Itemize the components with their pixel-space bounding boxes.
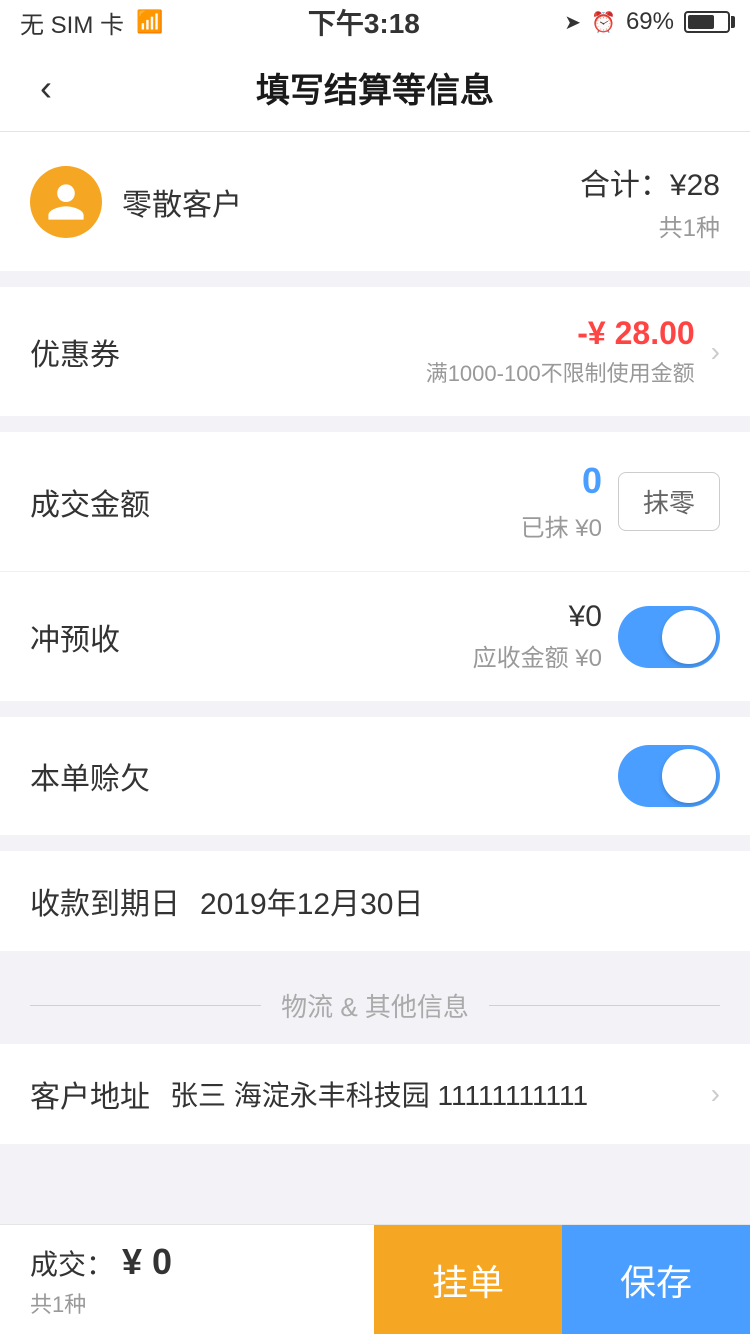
transaction-right: 0 已抹 ¥0 抹零 [521,460,720,543]
discount-desc: 满1000-100不限制使用金额 [426,356,695,388]
transaction-value-group: 0 已抹 ¥0 [521,460,602,543]
nav-bar: ‹ 填写结算等信息 [0,44,750,132]
customer-row: 零散客户 合计：¥28 共1种 [0,132,750,271]
summary-label: 成交： [30,1243,114,1283]
carrier-label: 无 SIM 卡 [20,5,124,40]
customer-left: 零散客户 [30,166,242,238]
transaction-row: 成交金额 0 已抹 ¥0 抹零 [0,432,750,571]
address-label: 客户地址 [30,1072,150,1116]
coupon-value: -¥ 28.00 满1000-100不限制使用金额 [426,315,695,388]
status-time: 下午3:18 [308,2,420,42]
logistics-line-left [30,1005,261,1006]
already-rounded: 已抹 ¥0 [521,508,602,543]
address-chevron-icon: › [711,1078,720,1110]
credit-toggle[interactable] [618,745,720,807]
credit-row: 本单赊欠 [0,717,750,835]
toggle-knob [662,610,716,664]
prepay-main-amount: ¥0 [473,600,602,634]
battery-label: 69% [626,8,674,36]
alarm-icon: ⏰ [591,10,616,35]
summary-amount: ¥ 0 [122,1241,172,1283]
coupon-label: 优惠券 [30,330,120,374]
credit-label: 本单赊欠 [30,754,150,798]
due-date-label: 收款到期日 [30,879,180,923]
transaction-label: 成交金额 [30,480,150,524]
coupon-card: 优惠券 -¥ 28.00 满1000-100不限制使用金额 › [0,287,750,416]
bottom-summary: 成交： ¥ 0 共1种 [0,1241,374,1319]
address-value: 张三 海淀永丰科技园 11111111111 [170,1074,711,1114]
customer-summary: 合计：¥28 共1种 [580,160,720,243]
wifi-icon: 📶 [136,9,163,35]
page-title: 填写结算等信息 [256,63,494,112]
discount-amount: -¥ 28.00 [426,315,695,352]
status-left: 无 SIM 卡 📶 [20,5,163,40]
hold-button[interactable]: 挂单 [374,1225,562,1334]
summary-count: 共1种 [30,1287,344,1319]
save-button[interactable]: 保存 [562,1225,750,1334]
total-amount: 合计：¥28 [580,160,720,204]
due-date-value: 2019年12月30日 [200,879,423,923]
total-count: 共1种 [580,208,720,243]
logistics-text: 物流 & 其他信息 [261,987,489,1024]
logistics-line-right [489,1005,720,1006]
logistics-divider: 物流 & 其他信息 [0,967,750,1044]
transaction-section: 成交金额 0 已抹 ¥0 抹零 冲预收 ¥0 应收金额 ¥0 [0,432,750,701]
location-icon: ➤ [564,10,581,35]
address-row[interactable]: 客户地址 张三 海淀永丰科技园 11111111111 › [0,1044,750,1144]
bottom-bar: 成交： ¥ 0 共1种 挂单 保存 [0,1224,750,1334]
coupon-row[interactable]: 优惠券 -¥ 28.00 满1000-100不限制使用金额 › [0,287,750,416]
customer-name: 零散客户 [122,180,242,224]
prepay-label: 冲预收 [30,615,120,659]
round-button[interactable]: 抹零 [618,472,720,531]
prepay-amounts: ¥0 应收金额 ¥0 [473,600,602,673]
coupon-right: -¥ 28.00 满1000-100不限制使用金额 › [426,315,720,388]
status-bar: 无 SIM 卡 📶 下午3:18 ➤ ⏰ 69% [0,0,750,44]
user-icon [44,180,88,224]
prepay-toggle[interactable] [618,606,720,668]
transaction-value: 0 [521,460,602,502]
prepay-sub-amount: 应收金额 ¥0 [473,638,602,673]
avatar [30,166,102,238]
credit-toggle-knob [662,749,716,803]
due-date-row: 收款到期日 2019年12月30日 [0,851,750,951]
prepay-right: ¥0 应收金额 ¥0 [473,600,720,673]
chevron-right-icon: › [711,336,720,368]
back-button[interactable]: ‹ [30,57,62,119]
content: 零散客户 合计：¥28 共1种 优惠券 -¥ 28.00 满1000-100不限… [0,132,750,1270]
status-right: ➤ ⏰ 69% [564,8,730,36]
battery-icon [684,11,730,33]
bottom-summary-line: 成交： ¥ 0 [30,1241,344,1283]
prepay-row: 冲预收 ¥0 应收金额 ¥0 [0,571,750,701]
